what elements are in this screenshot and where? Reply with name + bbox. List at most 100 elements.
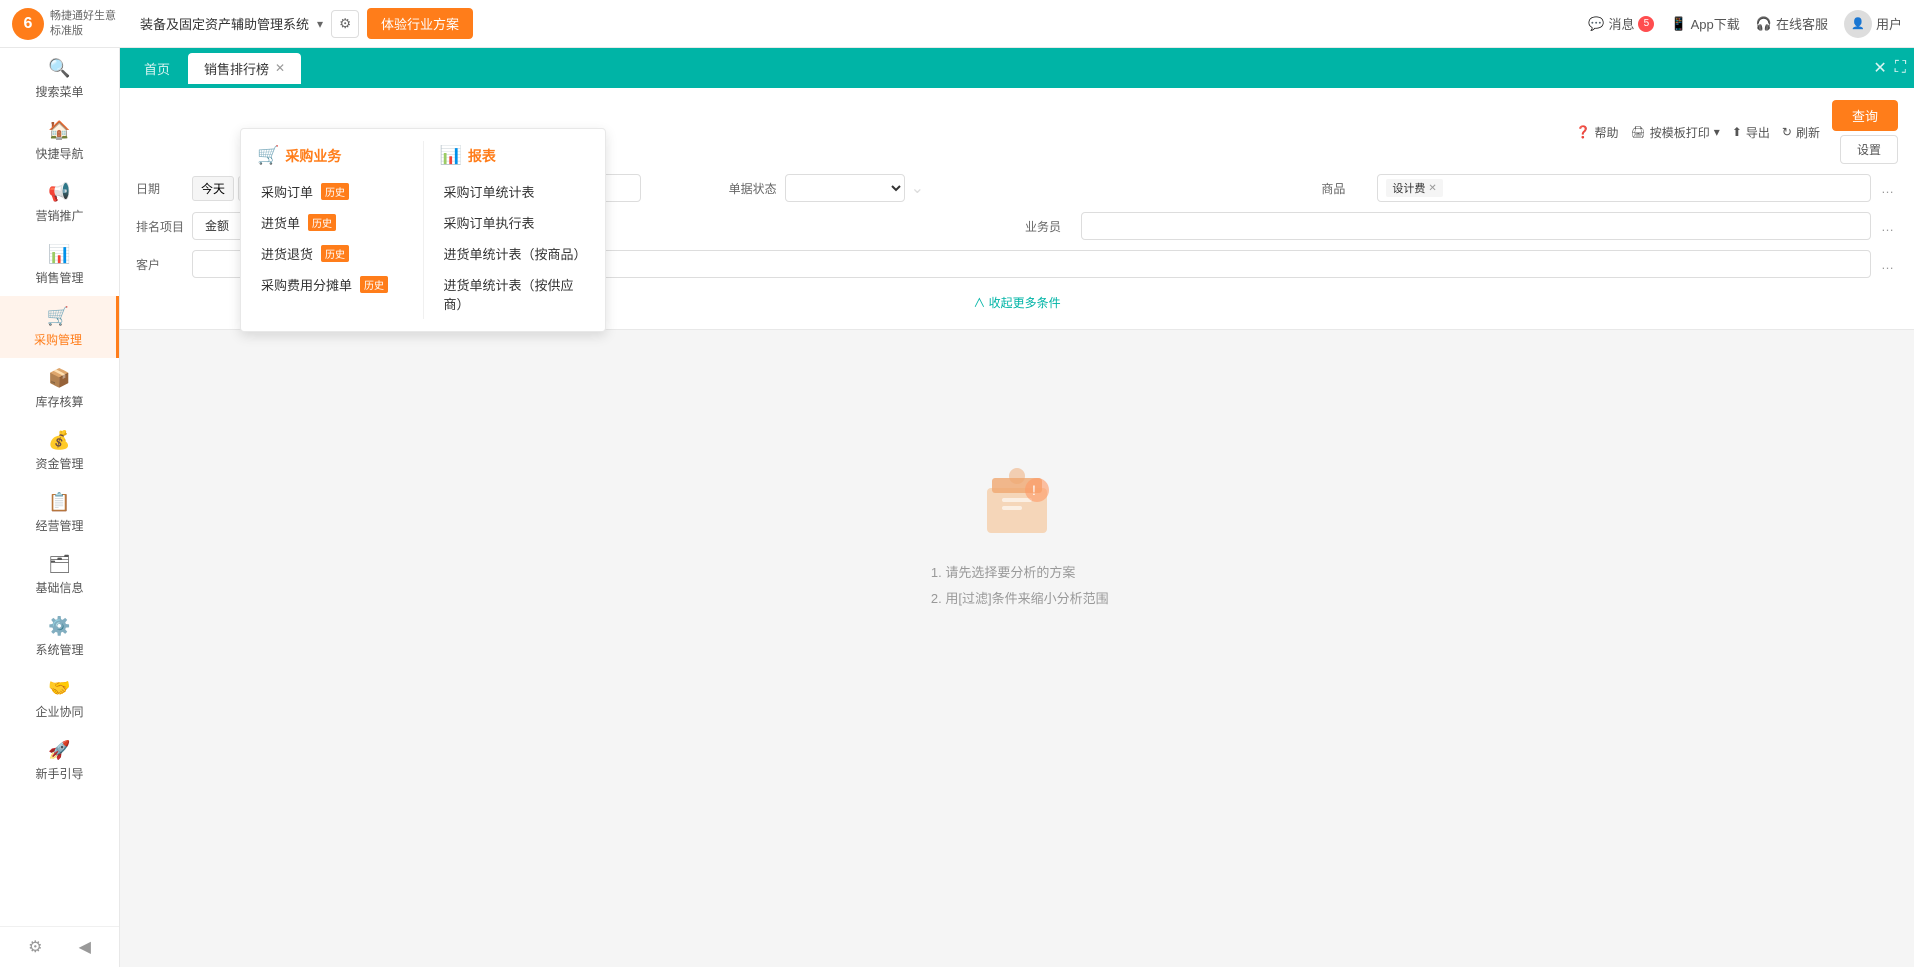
gear-button[interactable]: ⚙	[331, 10, 359, 38]
tab-bar: 首页 销售排行榜 ✕ ✕ ⛶	[120, 48, 1914, 88]
system-icon: ⚙️	[48, 616, 70, 637]
finance-icon: 💰	[48, 430, 70, 451]
dropdown-item-purchase-order[interactable]: 采购订单 历史	[257, 176, 407, 207]
sidebar-collapse-btn[interactable]: ◀	[79, 937, 91, 957]
help-icon: ❓	[1576, 125, 1591, 139]
set-btn[interactable]: 设置	[1840, 135, 1898, 164]
sidebar-item-finance[interactable]: 💰 资金管理	[0, 420, 119, 482]
message-btn[interactable]: 💬 消息 5	[1588, 14, 1654, 33]
marketing-icon: 📢	[48, 182, 70, 203]
sidebar-item-inventory[interactable]: 📦 库存核算	[0, 358, 119, 420]
sidebar-item-guide[interactable]: 🚀 新手引导	[0, 730, 119, 792]
dropdown-col-report: 📊 报表 采购订单统计表 采购订单执行表 进货单统计表（按商品） 进货单统计表（…	[423, 141, 606, 319]
enterprise-icon: 🤝	[48, 678, 70, 699]
rank-label: 排名项目	[136, 218, 186, 235]
goods-more-btn[interactable]: …	[1877, 181, 1898, 196]
export-btn[interactable]: ⬆ 导出	[1732, 124, 1770, 141]
dropdown-item-goods-stats-by-supplier[interactable]: 进货单统计表（按供应商）	[440, 269, 590, 319]
purchase-icon: 🛒	[47, 306, 69, 327]
sidebar: 🔍 搜索菜单 🏠 快捷导航 📢 营销推广 📊 销售管理 🛒 采购管理 📦 库存核…	[0, 48, 120, 967]
dropdown-item-purchase-order-stats[interactable]: 采购订单统计表	[440, 176, 590, 207]
goods-tag-close[interactable]: ✕	[1428, 183, 1436, 194]
sidebar-bottom: ⚙ ◀	[0, 926, 119, 967]
header-middle: 装备及固定资产辅助管理系统 ▾ ⚙ 体验行业方案	[132, 8, 1588, 39]
logo-icon: 6	[12, 8, 44, 40]
dropdown-col-report-header: 📊 报表	[440, 141, 590, 176]
online-service-btn[interactable]: 🎧 在线客服	[1756, 14, 1828, 33]
system-title: 装备及固定资产辅助管理系统	[140, 14, 309, 33]
bill-status-label: 单据状态	[729, 180, 779, 197]
goods-label: 商品	[1321, 180, 1371, 197]
avatar: 👤	[1844, 10, 1872, 38]
headset-icon: 🎧	[1756, 16, 1772, 32]
dropdown-item-purchase-order-exec[interactable]: 采购订单执行表	[440, 207, 590, 238]
date-preset-today[interactable]: 今天	[192, 176, 234, 201]
app-download-btn[interactable]: 📱 App下载	[1670, 14, 1739, 33]
sidebar-item-operations[interactable]: 📋 经营管理	[0, 482, 119, 544]
phone-icon: 📱	[1670, 16, 1686, 32]
print-dropdown-icon: ▾	[1714, 125, 1720, 139]
tab-sales-ranking[interactable]: 销售排行榜 ✕	[188, 53, 301, 84]
salesman-field: 业务员 …	[1025, 212, 1898, 240]
purchase-col-icon: 🛒	[257, 145, 279, 166]
industry-btn[interactable]: 体验行业方案	[367, 8, 473, 39]
sidebar-item-purchase[interactable]: 🛒 采购管理	[0, 296, 119, 358]
help-btn[interactable]: ❓ 帮助	[1576, 124, 1619, 141]
svg-text:!: !	[1032, 482, 1036, 498]
query-btn[interactable]: 查询	[1832, 100, 1898, 131]
customer-more-btn[interactable]: …	[1877, 257, 1898, 272]
tab-maximize-btn[interactable]: ⛶	[1895, 59, 1906, 77]
system-dropdown-btn[interactable]: ▾	[317, 17, 323, 31]
basic-info-icon: 🗂	[48, 554, 71, 575]
empty-tips: 请先选择要分析的方案 用[过滤]条件来缩小分析范围	[925, 560, 1108, 612]
message-icon: 💬	[1588, 16, 1604, 32]
dropdown-item-purchase-expense[interactable]: 采购费用分摊单 历史	[257, 269, 407, 300]
logo-text: 畅捷通好生意 标准版	[50, 9, 116, 38]
dropdown-item-goods-return[interactable]: 进货退货 历史	[257, 238, 407, 269]
salesman-input[interactable]	[1081, 212, 1871, 240]
goods-field: 商品 设计费 ✕ …	[1321, 174, 1898, 202]
sidebar-item-marketing[interactable]: 📢 营销推广	[0, 172, 119, 234]
tab-close-btn[interactable]: ✕	[275, 61, 285, 75]
main-content: 首页 销售排行榜 ✕ ✕ ⛶ ❓ 帮助 🖨	[120, 48, 1914, 967]
salesman-more-btn[interactable]: …	[1877, 219, 1898, 234]
collapse-icon: ∧	[973, 296, 985, 310]
sidebar-item-search-menu[interactable]: 🔍 搜索菜单	[0, 48, 119, 110]
inventory-icon: 📦	[48, 368, 70, 389]
user-btn[interactable]: 👤 用户	[1844, 10, 1902, 38]
goods-input[interactable]: 设计费 ✕	[1377, 174, 1871, 202]
header-right: 💬 消息 5 📱 App下载 🎧 在线客服 👤 用户	[1588, 10, 1902, 38]
sales-icon: 📊	[48, 244, 70, 265]
print-btn[interactable]: 🖨 按模板打印 ▾	[1631, 124, 1720, 141]
sidebar-item-basic-info[interactable]: 🗂 基础信息	[0, 544, 119, 606]
search-icon: 🔍	[48, 58, 70, 79]
home-icon: 🏠	[48, 120, 70, 141]
sidebar-item-quick-nav[interactable]: 🏠 快捷导航	[0, 110, 119, 172]
sidebar-item-system[interactable]: ⚙️ 系统管理	[0, 606, 119, 668]
tab-home[interactable]: 首页	[128, 53, 186, 84]
salesman-label: 业务员	[1025, 218, 1075, 235]
purchase-dropdown-menu: 🛒 采购业务 采购订单 历史 进货单 历史 进货退货 历史	[240, 128, 606, 332]
refresh-btn[interactable]: ↻ 刷新	[1782, 124, 1820, 141]
guide-icon: 🚀	[48, 740, 70, 761]
operations-icon: 📋	[48, 492, 70, 513]
dropdown-col-purchase-header: 🛒 采购业务	[257, 141, 407, 176]
header: 6 畅捷通好生意 标准版 装备及固定资产辅助管理系统 ▾ ⚙ 体验行业方案 💬 …	[0, 0, 1914, 48]
print-icon: 🖨	[1631, 125, 1646, 139]
sidebar-settings-btn[interactable]: ⚙	[28, 937, 42, 957]
sidebar-item-sales[interactable]: 📊 销售管理	[0, 234, 119, 296]
dropdown-icon: ⌄	[911, 178, 924, 198]
dropdown-item-goods-stats-by-goods[interactable]: 进货单统计表（按商品）	[440, 238, 590, 269]
tab-close-window-btn[interactable]: ✕	[1873, 58, 1886, 78]
bill-status-select[interactable]	[785, 174, 905, 202]
sidebar-item-enterprise[interactable]: 🤝 企业协同	[0, 668, 119, 730]
goods-tag: 设计费 ✕	[1386, 179, 1442, 197]
dropdown-item-goods-receipt[interactable]: 进货单 历史	[257, 207, 407, 238]
logo-area: 6 畅捷通好生意 标准版	[12, 8, 132, 40]
empty-icon: !	[967, 448, 1067, 548]
tab-bar-right: ✕ ⛶	[1873, 58, 1906, 78]
refresh-icon: ↻	[1782, 125, 1792, 139]
content-area: ❓ 帮助 🖨 按模板打印 ▾ ⬆ 导出 ↻ 刷新	[120, 88, 1914, 967]
export-icon: ⬆	[1732, 125, 1742, 139]
layout: 🔍 搜索菜单 🏠 快捷导航 📢 营销推广 📊 销售管理 🛒 采购管理 📦 库存核…	[0, 0, 1914, 967]
